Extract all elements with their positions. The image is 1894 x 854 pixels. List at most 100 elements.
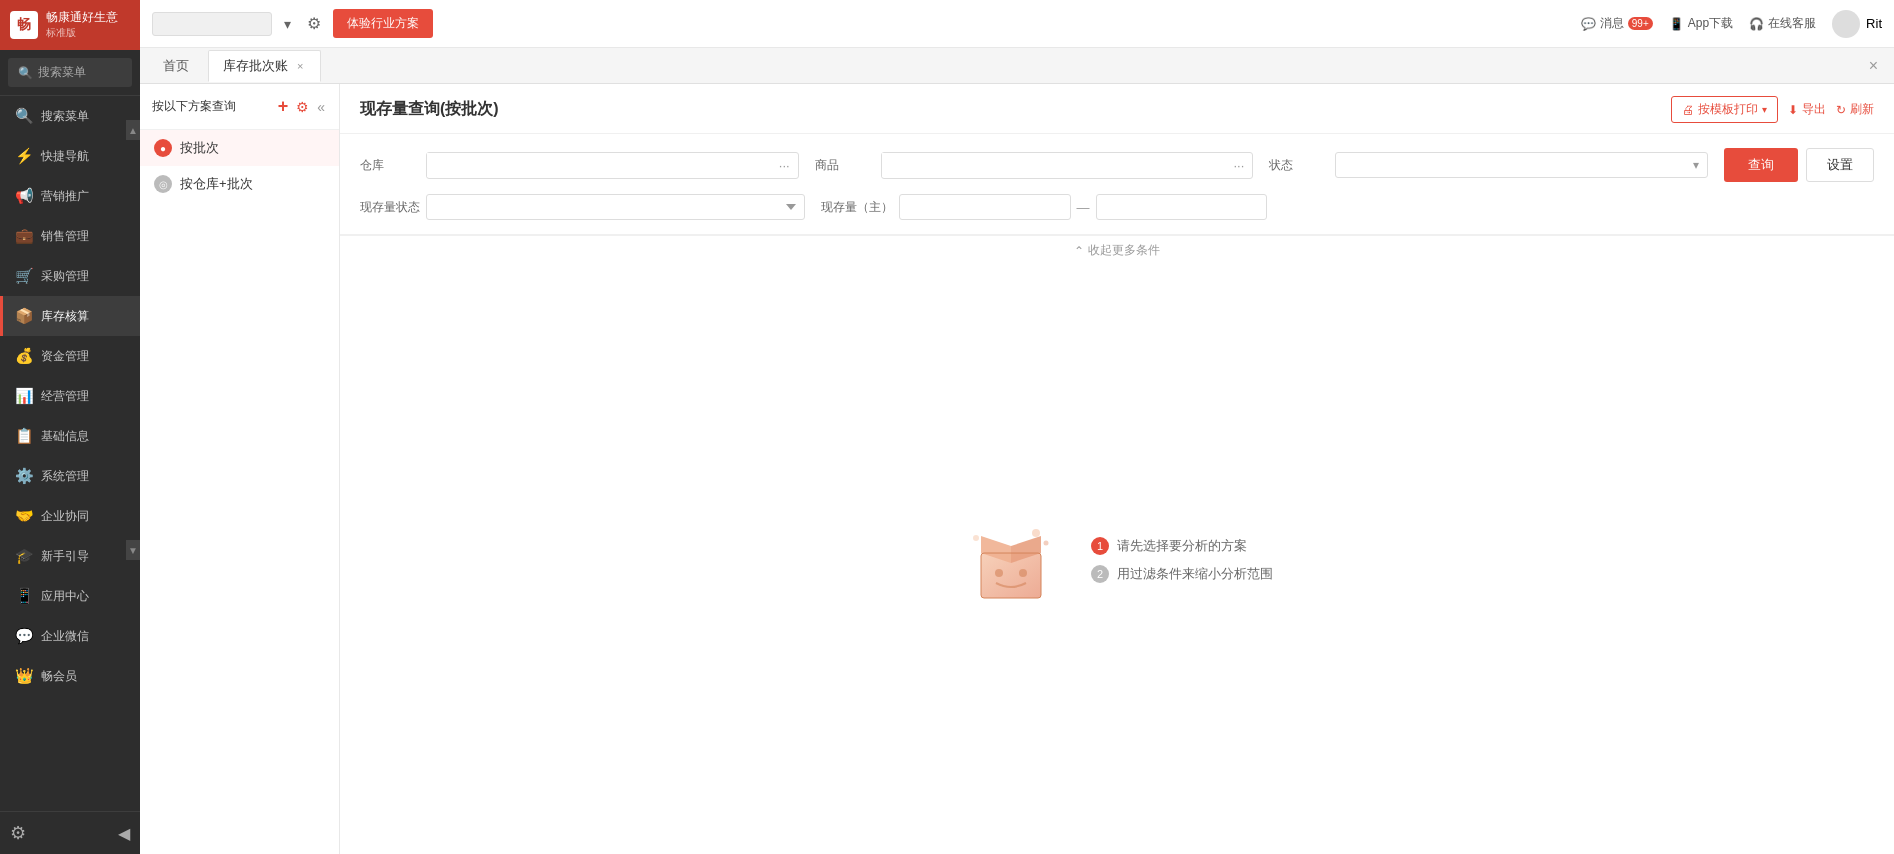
- stock-qty-max-input[interactable]: [1096, 194, 1267, 220]
- tab-inventory-batch[interactable]: 库存批次账 ×: [208, 50, 321, 82]
- form-row-1: 仓库 ··· 商品 ···: [360, 148, 1874, 182]
- goods-input[interactable]: [882, 153, 1226, 177]
- scheme-item-by-batch[interactable]: ● 按批次: [140, 130, 339, 166]
- svg-point-5: [1019, 569, 1027, 577]
- warehouse-more-icon[interactable]: ···: [771, 153, 798, 178]
- nav-label-ops: 经营管理: [41, 388, 89, 405]
- nav-label-search: 搜索菜单: [41, 108, 89, 125]
- sidebar-scroll-down[interactable]: ▼: [126, 540, 140, 560]
- stock-status-label: 现存量状态: [360, 199, 420, 216]
- status-select-wrapper[interactable]: ▾: [1335, 152, 1708, 178]
- user-info[interactable]: Rit: [1832, 10, 1882, 38]
- scheme-label-by-warehouse-batch: 按仓库+批次: [180, 175, 253, 193]
- scheme-settings-button[interactable]: ⚙: [294, 97, 311, 117]
- nav-icon-inventory: 📦: [15, 307, 33, 325]
- message-icon: 💬: [1581, 17, 1596, 31]
- nav-icon-purchase: 🛒: [15, 267, 33, 285]
- online-service-action[interactable]: 🎧 在线客服: [1749, 15, 1816, 32]
- form-field-status: 状态 ▾: [1269, 152, 1708, 178]
- export-button[interactable]: ⬇ 导出: [1788, 101, 1826, 118]
- svg-point-4: [995, 569, 1003, 577]
- sidebar-item-inventory[interactable]: 📦 库存核算: [0, 296, 140, 336]
- messages-action[interactable]: 💬 消息 99+: [1581, 15, 1653, 32]
- sidebar-search-container: 🔍 搜索菜单: [0, 50, 140, 96]
- scheme-icon-red: ●: [154, 139, 172, 157]
- filter-panel: 按以下方案查询 + ⚙ « ● 按批次 ◎ 按仓库+批次: [140, 84, 340, 854]
- add-scheme-button[interactable]: +: [276, 94, 291, 119]
- svg-point-6: [1032, 529, 1040, 537]
- settings-button[interactable]: 设置: [1806, 148, 1874, 182]
- sidebar-item-search[interactable]: 🔍 搜索菜单: [0, 96, 140, 136]
- query-button[interactable]: 查询: [1724, 148, 1798, 182]
- sidebar-item-ops[interactable]: 📊 经营管理: [0, 376, 140, 416]
- topbar-right: 💬 消息 99+ 📱 App下载 🎧 在线客服 Rit: [1581, 10, 1882, 38]
- filter-panel-header-actions: + ⚙ «: [276, 94, 327, 119]
- messages-label: 消息: [1600, 15, 1624, 32]
- refresh-label: 刷新: [1850, 101, 1874, 118]
- sidebar-item-apps[interactable]: 📱 应用中心: [0, 576, 140, 616]
- form-field-warehouse: 仓库 ···: [360, 152, 799, 179]
- empty-state-inner: 1 请先选择要分析的方案 2 用过滤条件来缩小分析范围: [961, 508, 1273, 611]
- form-field-goods: 商品 ···: [815, 152, 1254, 179]
- print-icon: 🖨: [1682, 103, 1694, 117]
- stock-qty-label: 现存量（主）: [821, 199, 893, 216]
- headset-icon: 🎧: [1749, 17, 1764, 31]
- trial-button[interactable]: 体验行业方案: [333, 9, 433, 38]
- nav-label-basics: 基础信息: [41, 428, 89, 445]
- sidebar-item-member[interactable]: 👑 畅会员: [0, 656, 140, 696]
- topbar-settings-button[interactable]: ⚙: [303, 10, 325, 37]
- page-title: 现存量查询(按批次): [360, 99, 499, 120]
- tab-inventory-batch-close[interactable]: ×: [294, 59, 306, 73]
- tip-num-2: 2: [1091, 565, 1109, 583]
- sidebar-item-newbie[interactable]: 🎓 新手引导: [0, 536, 140, 576]
- sidebar-collapse-button[interactable]: ◀: [116, 822, 132, 845]
- sidebar-item-sales[interactable]: 💼 销售管理: [0, 216, 140, 256]
- sidebar-header: 畅 畅康通好生意 标准版: [0, 0, 140, 50]
- stock-qty-range: —: [899, 194, 1266, 220]
- sidebar-item-marketing[interactable]: 📢 营销推广: [0, 176, 140, 216]
- query-form: 仓库 ··· 商品 ···: [340, 134, 1894, 235]
- breadcrumb-input[interactable]: [152, 12, 272, 36]
- page-title-actions: 🖨 按模板打印 ▾ ⬇ 导出 ↻ 刷新: [1671, 96, 1874, 123]
- scheme-item-by-warehouse-batch[interactable]: ◎ 按仓库+批次: [140, 166, 339, 202]
- mobile-icon: 📱: [1669, 17, 1684, 31]
- sidebar-item-shortcut[interactable]: ⚡ 快捷导航: [0, 136, 140, 176]
- sidebar-scroll-up[interactable]: ▲: [126, 120, 140, 140]
- sidebar-settings-button[interactable]: ⚙: [8, 820, 28, 846]
- svg-point-7: [1044, 541, 1049, 546]
- app-logo: 畅: [10, 11, 38, 39]
- tab-home-label: 首页: [163, 57, 189, 75]
- sidebar-item-finance[interactable]: 💰 资金管理: [0, 336, 140, 376]
- form-field-stock-status: 现存量状态: [360, 194, 805, 220]
- sidebar-item-purchase[interactable]: 🛒 采购管理: [0, 256, 140, 296]
- sidebar-scroll: ▲ ▼: [126, 120, 140, 560]
- stock-qty-min-input[interactable]: [899, 194, 1070, 220]
- refresh-button[interactable]: ↻ 刷新: [1836, 101, 1874, 118]
- nav-icon-basics: 📋: [15, 427, 33, 445]
- filter-panel-collapse-button[interactable]: «: [315, 97, 327, 117]
- main-content: ▾ ⚙ 体验行业方案 💬 消息 99+ 📱 App下载 🎧 在线客服 Rit: [140, 0, 1894, 854]
- app-download-action[interactable]: 📱 App下载: [1669, 15, 1733, 32]
- sidebar-item-basics[interactable]: 📋 基础信息: [0, 416, 140, 456]
- print-dropdown-icon: ▾: [1762, 104, 1767, 115]
- sidebar-item-system[interactable]: ⚙️ 系统管理: [0, 456, 140, 496]
- warehouse-label: 仓库: [360, 157, 420, 174]
- topbar-dropdown-button[interactable]: ▾: [280, 12, 295, 36]
- nav-label-marketing: 营销推广: [41, 188, 89, 205]
- sidebar-footer: ⚙ ◀: [0, 811, 140, 854]
- sidebar-item-wechat[interactable]: 💬 企业微信: [0, 616, 140, 656]
- goods-more-icon[interactable]: ···: [1226, 153, 1253, 178]
- print-button[interactable]: 🖨 按模板打印 ▾: [1671, 96, 1778, 123]
- collapse-more-button[interactable]: ⌃ 收起更多条件: [340, 235, 1894, 265]
- goods-input-wrapper: ···: [881, 152, 1254, 179]
- nav-label-collab: 企业协同: [41, 508, 89, 525]
- stock-status-select[interactable]: [426, 194, 805, 220]
- warehouse-input[interactable]: [427, 153, 771, 177]
- warehouse-input-wrapper: ···: [426, 152, 799, 179]
- sidebar-item-collab[interactable]: 🤝 企业协同: [0, 496, 140, 536]
- tab-home[interactable]: 首页: [148, 50, 204, 82]
- nav-icon-marketing: 📢: [15, 187, 33, 205]
- tab-panel-close-button[interactable]: ×: [1861, 53, 1886, 79]
- search-menu-button[interactable]: 🔍 搜索菜单: [8, 58, 132, 87]
- print-label: 按模板打印: [1698, 101, 1758, 118]
